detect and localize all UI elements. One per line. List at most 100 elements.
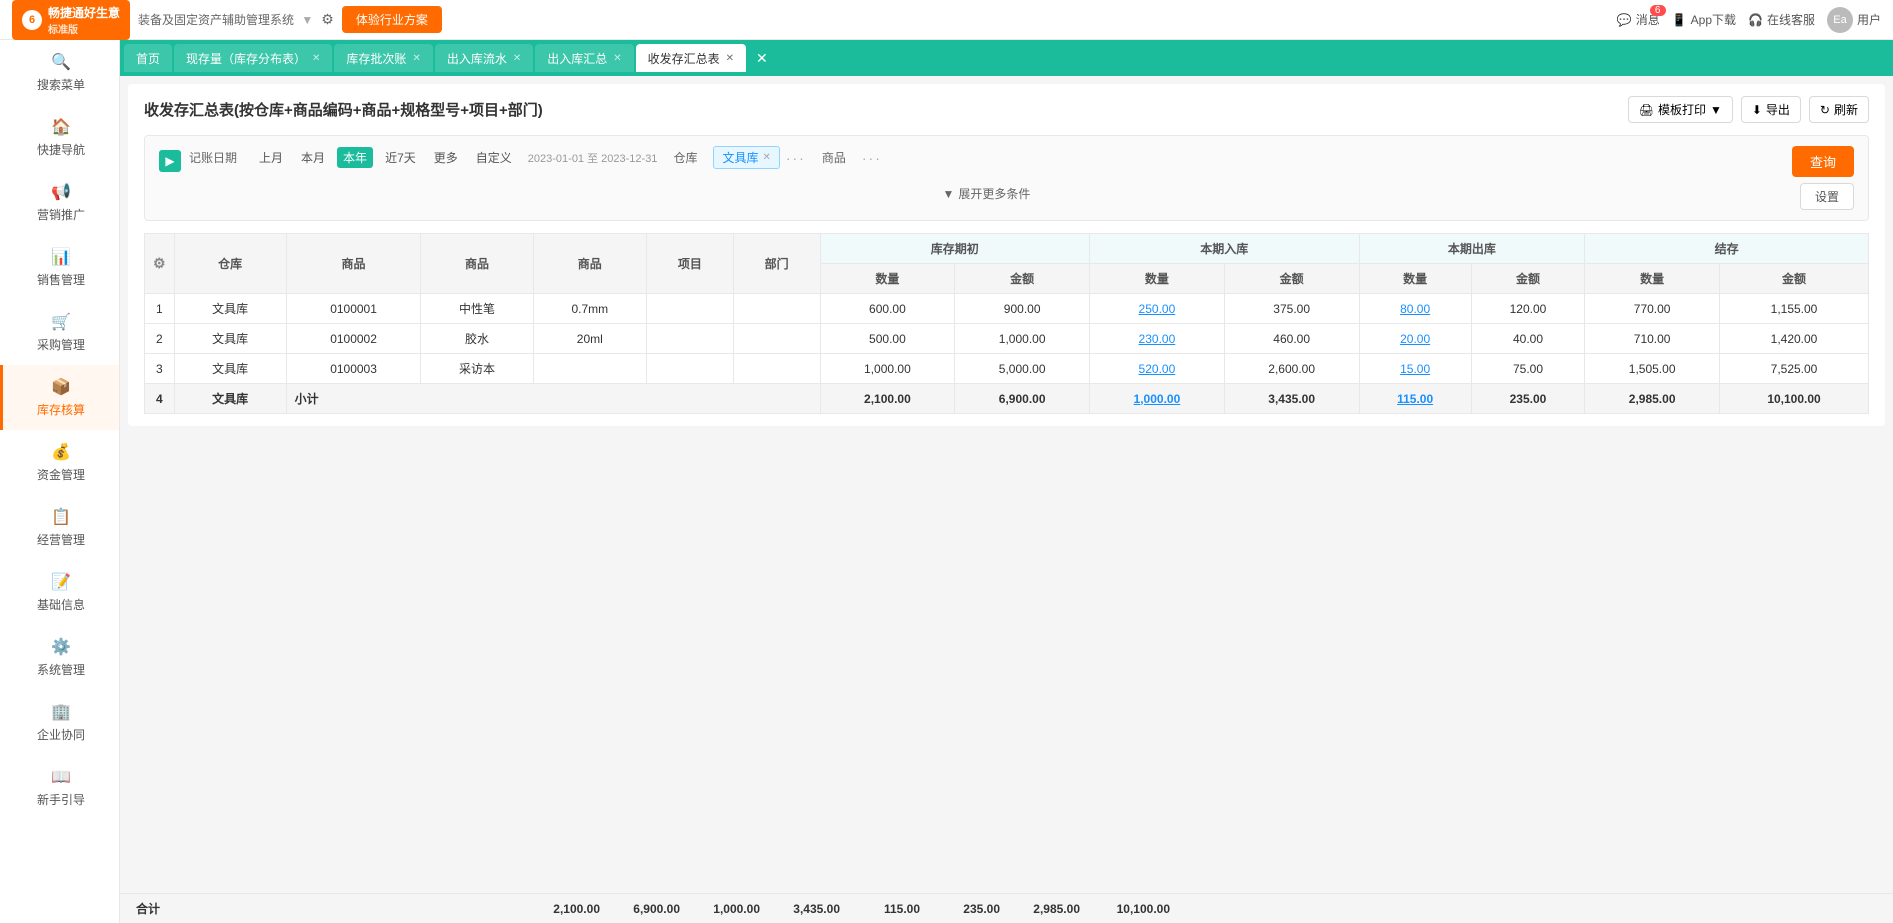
sidebar-item-finance[interactable]: 💰 资金管理 [0, 430, 119, 495]
sidebar-label-operations: 经营管理 [37, 531, 85, 548]
row3-in-qty[interactable]: 520.00 [1090, 354, 1225, 384]
sidebar-item-enterprise[interactable]: 🏢 企业协同 [0, 690, 119, 755]
tab-close-in-out-summary[interactable]: ✕ [613, 53, 621, 64]
subtotal-closing-amt: 10,100.00 [1720, 384, 1869, 414]
operations-icon: 📋 [51, 507, 71, 527]
subtotal-in-qty[interactable]: 1,000.00 [1090, 384, 1225, 414]
sidebar-label-basic-info: 基础信息 [37, 596, 85, 613]
sidebar-label-purchase: 采购管理 [37, 336, 85, 353]
sidebar-item-inventory[interactable]: 📦 库存核算 [0, 365, 119, 430]
sidebar-item-quick-nav[interactable]: 🏠 快捷导航 [0, 105, 119, 170]
page-inner: 收发存汇总表(按仓库+商品编码+商品+规格型号+项目+部门) 🖨 模板打印 ▼ … [128, 84, 1885, 426]
row1-closing-qty: 770.00 [1585, 294, 1720, 324]
warehouse-tag-close[interactable]: ✕ [762, 152, 770, 163]
avatar: Ea [1827, 7, 1853, 33]
filter-wrapper: ▶ 记账日期 上月 本月 本年 近7天 更多 [159, 146, 1854, 210]
col-group-period-in: 本期入库 [1090, 234, 1360, 264]
sidebar-item-operations[interactable]: 📋 经营管理 [0, 495, 119, 560]
row3-closing-amt: 7,525.00 [1720, 354, 1869, 384]
table-row: 3 文具库 0100003 采访本 1,000.00 5,000.00 520.… [145, 354, 1869, 384]
row2-opening-qty: 500.00 [820, 324, 955, 354]
tab-recv-send-summary[interactable]: 收发存汇总表 ✕ [636, 44, 746, 72]
tab-batch[interactable]: 库存批次账 ✕ [334, 44, 432, 72]
date-btn-custom[interactable]: 自定义 [470, 147, 518, 168]
tab-close-recv-send[interactable]: ✕ [726, 53, 734, 64]
row3-out-qty[interactable]: 15.00 [1359, 354, 1471, 384]
subtotal-out-qty[interactable]: 115.00 [1359, 384, 1471, 414]
row2-product-name: 胶水 [421, 324, 533, 354]
tab-in-out-summary[interactable]: 出入库汇总 ✕ [535, 44, 633, 72]
row1-in-qty[interactable]: 250.00 [1090, 294, 1225, 324]
col-header-project: 项目 [647, 234, 734, 294]
expand-conditions-btn[interactable]: ▼ 展开更多条件 [943, 185, 1031, 202]
date-btn-last-month[interactable]: 上月 [253, 147, 289, 168]
row1-opening-amt: 900.00 [955, 294, 1090, 324]
tab-close-stock-dist[interactable]: ✕ [312, 53, 320, 64]
sidebar-item-marketing[interactable]: 📢 营销推广 [0, 170, 119, 235]
settings-icon[interactable]: ⚙ [321, 11, 334, 28]
tab-bar: 首页 现存量（库存分布表） ✕ 库存批次账 ✕ 出入库流水 ✕ 出入库汇总 ✕ … [120, 40, 1893, 76]
sidebar-item-guide[interactable]: 📖 新手引导 [0, 755, 119, 820]
warehouse-filter-label: 仓库 [673, 149, 697, 166]
date-btn-7days[interactable]: 近7天 [379, 147, 422, 168]
query-button[interactable]: 查询 [1792, 146, 1854, 177]
table-wrapper: ⚙ 仓库 商品 商品 商品 项目 部门 库存期初 本期入库 本期出库 [144, 233, 1869, 414]
sidebar-item-sales[interactable]: 📊 销售管理 [0, 235, 119, 300]
total-opening-qty: 2,100.00 [536, 902, 616, 916]
row2-out-qty[interactable]: 20.00 [1359, 324, 1471, 354]
date-btn-this-year[interactable]: 本年 [337, 147, 373, 168]
experience-button[interactable]: 体验行业方案 [342, 6, 442, 33]
sidebar-item-basic-info[interactable]: 📝 基础信息 [0, 560, 119, 625]
title-actions: 🖨 模板打印 ▼ ⬇ 导出 ↻ 刷新 [1628, 96, 1869, 123]
row3-product-code: 0100003 [286, 354, 421, 384]
row1-closing-amt: 1,155.00 [1720, 294, 1869, 324]
sidebar-item-search[interactable]: 🔍 搜索菜单 [0, 40, 119, 105]
row1-out-qty[interactable]: 80.00 [1359, 294, 1471, 324]
refresh-icon: ↻ [1820, 103, 1830, 117]
top-bar: 6 畅捷通好生意 标准版 装备及固定资产辅助管理系统 ▼ ⚙ 体验行业方案 💬 … [0, 0, 1893, 40]
tab-home[interactable]: 首页 [124, 44, 172, 72]
row1-opening-qty: 600.00 [820, 294, 955, 324]
subtotal-in-amt: 3,435.00 [1224, 384, 1359, 414]
total-out-qty: 115.00 [856, 902, 936, 916]
filter-settings-button[interactable]: 设置 [1800, 183, 1854, 210]
sidebar-label-finance: 资金管理 [37, 466, 85, 483]
sidebar-label-inventory: 库存核算 [37, 401, 85, 418]
sidebar-label-quick-nav: 快捷导航 [37, 141, 85, 158]
user-button[interactable]: Ea 用户 [1827, 7, 1881, 33]
message-button[interactable]: 💬 消息 6 [1617, 11, 1660, 28]
table-row: 2 文具库 0100002 胶水 20ml 500.00 1,000.00 23… [145, 324, 1869, 354]
product-filter-dots[interactable]: ··· [862, 150, 882, 166]
row2-warehouse: 文具库 [174, 324, 286, 354]
col-header-product-code: 商品 [286, 234, 421, 294]
page-title-row: 收发存汇总表(按仓库+商品编码+商品+规格型号+项目+部门) 🖨 模板打印 ▼ … [144, 96, 1869, 123]
date-btn-more[interactable]: 更多 [428, 147, 464, 168]
tab-in-out-flow[interactable]: 出入库流水 ✕ [435, 44, 533, 72]
total-in-amt: 3,435.00 [776, 902, 856, 916]
row2-opening-amt: 1,000.00 [955, 324, 1090, 354]
online-service-button[interactable]: 🎧 在线客服 [1748, 11, 1815, 28]
tab-close-in-out-flow[interactable]: ✕ [513, 53, 521, 64]
warehouse-filter-dots[interactable]: ··· [786, 150, 806, 166]
refresh-button[interactable]: ↻ 刷新 [1809, 96, 1869, 123]
filter-side: 查询 设置 [1792, 146, 1854, 210]
warehouse-tag[interactable]: 文具库 ✕ [713, 146, 779, 169]
sidebar-item-purchase[interactable]: 🛒 采购管理 [0, 300, 119, 365]
table-gear-icon[interactable]: ⚙ [153, 255, 166, 271]
export-button[interactable]: ⬇ 导出 [1741, 96, 1801, 123]
row1-project [647, 294, 734, 324]
logo-area: 6 畅捷通好生意 标准版 [12, 0, 130, 40]
filter-toggle-btn[interactable]: ▶ [159, 150, 181, 172]
close-all-tabs-btn[interactable]: ✕ [756, 50, 768, 67]
sidebar-label-guide: 新手引导 [37, 791, 85, 808]
app-download-button[interactable]: 📱 App下载 [1672, 11, 1736, 28]
tab-stock-dist[interactable]: 现存量（库存分布表） ✕ [174, 44, 332, 72]
date-btn-this-month[interactable]: 本月 [295, 147, 331, 168]
tab-close-batch[interactable]: ✕ [412, 53, 420, 64]
sidebar-item-system[interactable]: ⚙️ 系统管理 [0, 625, 119, 690]
col-header-product-spec: 商品 [533, 234, 647, 294]
template-print-button[interactable]: 🖨 模板打印 ▼ [1628, 96, 1733, 123]
row2-out-amt: 40.00 [1471, 324, 1585, 354]
row2-in-qty[interactable]: 230.00 [1090, 324, 1225, 354]
table-row: 1 文具库 0100001 中性笔 0.7mm 600.00 900.00 25… [145, 294, 1869, 324]
